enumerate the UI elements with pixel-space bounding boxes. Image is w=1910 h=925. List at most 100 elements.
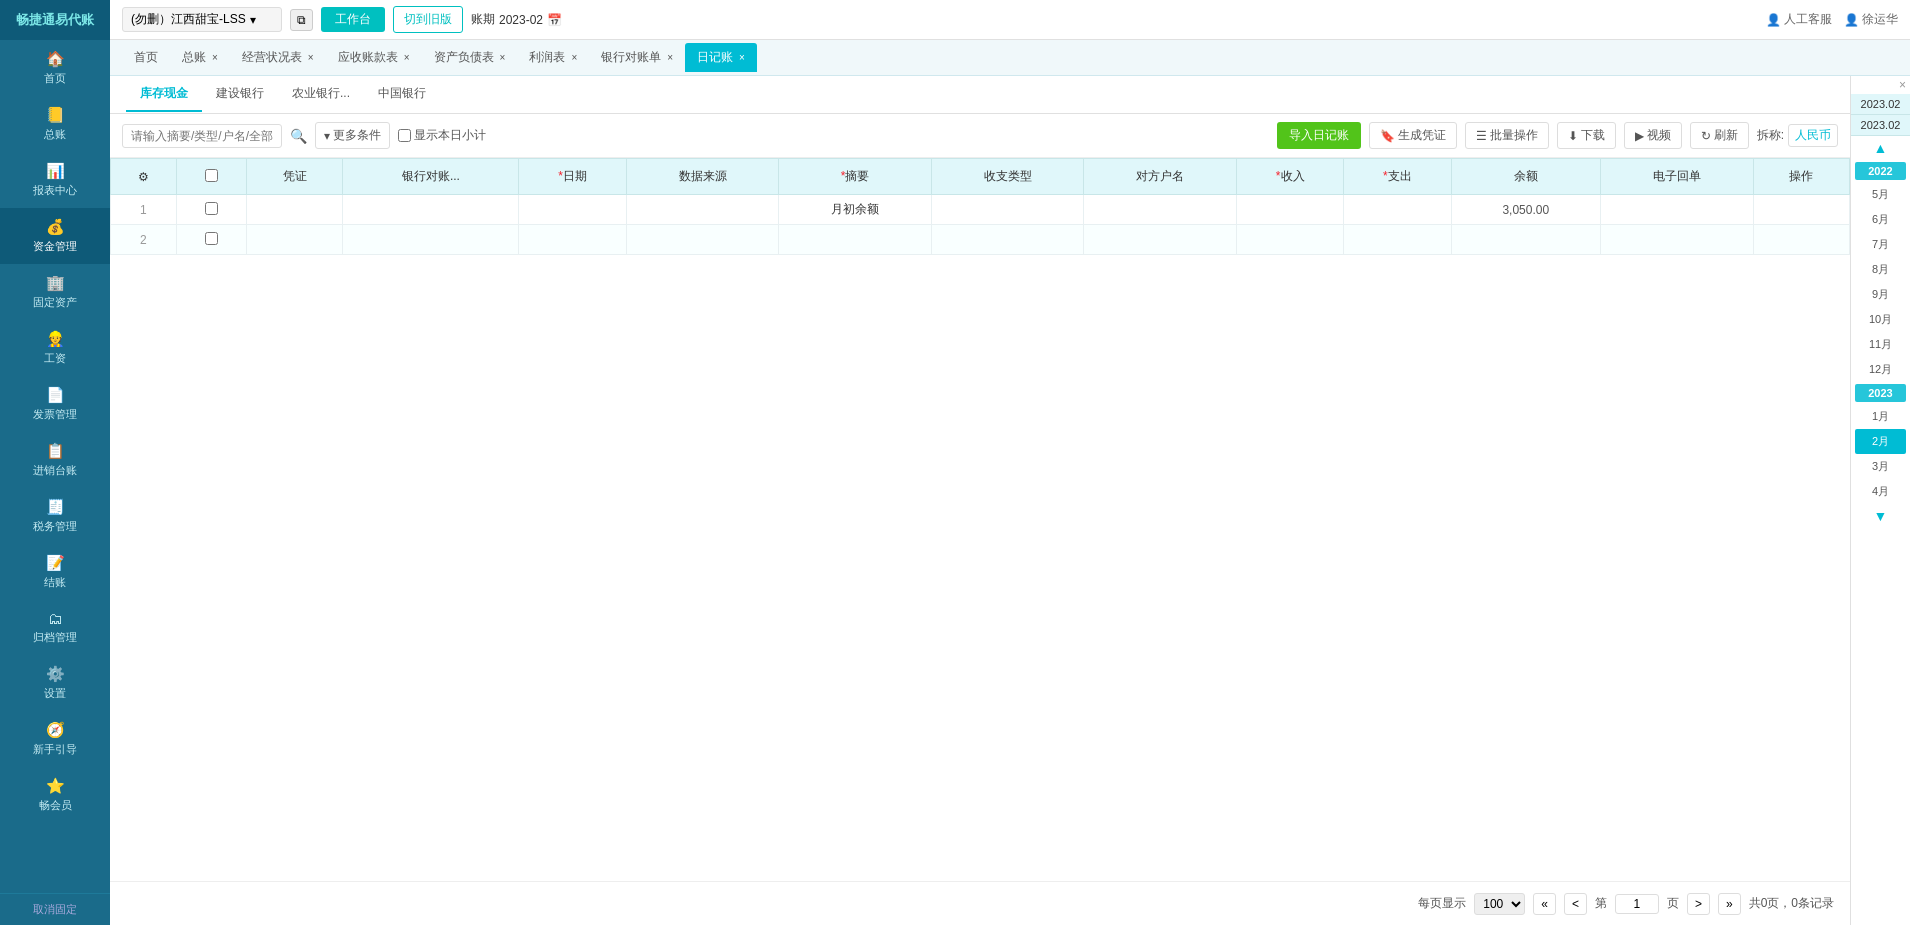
row-balance (1451, 225, 1601, 255)
sidebar-item-ledger[interactable]: 📒 总账 (0, 96, 110, 152)
select-all-checkbox[interactable] (205, 169, 218, 182)
sidebar-item-tax[interactable]: 🧾 税务管理 (0, 488, 110, 544)
row-e-receipt (1601, 195, 1754, 225)
row-num: 1 (111, 195, 177, 225)
sidebar-item-invoice[interactable]: 📄 发票管理 (0, 376, 110, 432)
calendar-icon[interactable]: 📅 (547, 13, 562, 27)
salary-icon: 👷 (46, 330, 65, 348)
sidebar-item-reports[interactable]: 📊 报表中心 (0, 152, 110, 208)
import-journal-button[interactable]: 导入日记账 (1277, 122, 1361, 149)
close-tab-bank[interactable]: × (667, 52, 673, 63)
video-button[interactable]: ▶ 视频 (1624, 122, 1682, 149)
tab-profit[interactable]: 利润表 × (517, 43, 589, 72)
video-icon: ▶ (1635, 129, 1644, 143)
pin-toggle[interactable]: 取消固定 (0, 893, 110, 925)
tab-balance-sheet[interactable]: 资产负债表 × (422, 43, 518, 72)
sidebar-item-archive[interactable]: 🗂 归档管理 (0, 600, 110, 655)
close-tab-journal[interactable]: × (739, 52, 745, 63)
month-item-11[interactable]: 11月 (1851, 332, 1910, 357)
journal-table-wrap: ⚙ 凭证 银行对账... *日期 数据来源 *摘要 收支类型 对方户名 *收入 … (110, 158, 1850, 881)
next-page-button[interactable]: > (1687, 893, 1710, 915)
close-tab-profit[interactable]: × (571, 52, 577, 63)
month-item-9[interactable]: 9月 (1851, 282, 1910, 307)
col-check[interactable] (176, 159, 246, 195)
tab-business[interactable]: 经营状况表 × (230, 43, 326, 72)
col-expense: *支出 (1344, 159, 1451, 195)
prev-page-button[interactable]: < (1564, 893, 1587, 915)
user-service-btn[interactable]: 👤 人工客服 (1766, 11, 1832, 28)
col-summary: *摘要 (779, 159, 932, 195)
sidebar-item-settings[interactable]: ⚙️ 设置 (0, 655, 110, 711)
table-row: 2 (111, 225, 1850, 255)
tab-home[interactable]: 首页 (122, 43, 170, 72)
date-panel-close[interactable]: × (1851, 76, 1910, 94)
user-profile[interactable]: 👤 徐运华 (1844, 11, 1898, 28)
row-balance: 3,050.00 (1451, 195, 1601, 225)
page-input[interactable] (1615, 894, 1659, 914)
row-source (626, 195, 779, 225)
journal-table: ⚙ 凭证 银行对账... *日期 数据来源 *摘要 收支类型 对方户名 *收入 … (110, 158, 1850, 255)
workbench-button[interactable]: 工作台 (321, 7, 385, 32)
generate-voucher-button[interactable]: 🔖 生成凭证 (1369, 122, 1457, 149)
search-input[interactable] (122, 124, 282, 148)
month-item-4[interactable]: 4月 (1851, 479, 1910, 504)
bank-tab-cash[interactable]: 库存现金 (126, 77, 202, 112)
bank-tab-abc[interactable]: 农业银行... (278, 77, 364, 112)
sidebar-item-member[interactable]: ⭐ 畅会员 (0, 767, 110, 823)
col-settings[interactable]: ⚙ (111, 159, 177, 195)
month-item-6[interactable]: 6月 (1851, 207, 1910, 232)
month-item-5[interactable]: 5月 (1851, 182, 1910, 207)
row-income (1237, 195, 1344, 225)
sidebar-item-label: 发票管理 (33, 407, 77, 422)
month-item-12[interactable]: 12月 (1851, 357, 1910, 382)
sidebar-item-guide[interactable]: 🧭 新手引导 (0, 711, 110, 767)
sidebar-item-close[interactable]: 📝 结账 (0, 544, 110, 600)
sidebar-item-label: 税务管理 (33, 519, 77, 534)
topbar: (勿删）江西甜宝-LSS ▾ ⧉ 工作台 切到旧版 账期 2023-02 📅 👤… (110, 0, 1910, 40)
batch-op-button[interactable]: ☰ 批量操作 (1465, 122, 1549, 149)
sidebar-item-home[interactable]: 🏠 首页 (0, 40, 110, 96)
close-tab-ledger[interactable]: × (212, 52, 218, 63)
show-daily-toggle[interactable]: 显示本日小计 (398, 127, 486, 144)
date-nav-up[interactable]: ▲ (1851, 136, 1910, 160)
close-tab-receivable[interactable]: × (404, 52, 410, 63)
tab-bank-statement[interactable]: 银行对账单 × (589, 43, 685, 72)
per-page-select[interactable]: 100 (1474, 893, 1525, 915)
month-item-1[interactable]: 1月 (1851, 404, 1910, 429)
filter-button[interactable]: ▾ 更多条件 (315, 122, 390, 149)
sidebar-item-salary[interactable]: 👷 工资 (0, 320, 110, 376)
sidebar-item-sales[interactable]: 📋 进销台账 (0, 432, 110, 488)
refresh-icon: ↻ (1701, 129, 1711, 143)
month-item-10[interactable]: 10月 (1851, 307, 1910, 332)
period-label: 账期 2023-02 📅 (471, 11, 562, 28)
close-tab-business[interactable]: × (308, 52, 314, 63)
row-check[interactable] (176, 225, 246, 255)
sidebar-item-label: 新手引导 (33, 742, 77, 757)
currency-selector[interactable]: 人民币 (1788, 124, 1838, 147)
close-tab-balance-sheet[interactable]: × (500, 52, 506, 63)
month-item-3[interactable]: 3月 (1851, 454, 1910, 479)
table-row: 1 月初余额 3,050.00 (111, 195, 1850, 225)
first-page-button[interactable]: « (1533, 893, 1556, 915)
tab-journal[interactable]: 日记账 × (685, 43, 757, 72)
tab-receivable[interactable]: 应收账款表 × (326, 43, 422, 72)
row-counterpart (1084, 225, 1237, 255)
sidebar-item-finance[interactable]: 💰 资金管理 (0, 208, 110, 264)
refresh-button[interactable]: ↻ 刷新 (1690, 122, 1749, 149)
download-button[interactable]: ⬇ 下载 (1557, 122, 1616, 149)
copy-button[interactable]: ⧉ (290, 9, 313, 31)
company-selector[interactable]: (勿删）江西甜宝-LSS ▾ (122, 7, 282, 32)
month-item-7[interactable]: 7月 (1851, 232, 1910, 257)
sidebar-item-assets[interactable]: 🏢 固定资产 (0, 264, 110, 320)
last-page-button[interactable]: » (1718, 893, 1741, 915)
tab-ledger[interactable]: 总账 × (170, 43, 230, 72)
month-item-8[interactable]: 8月 (1851, 257, 1910, 282)
bank-tab-boc[interactable]: 中国银行 (364, 77, 440, 112)
show-daily-checkbox[interactable] (398, 129, 411, 142)
month-item-2-active[interactable]: 2月 (1855, 429, 1906, 454)
search-button[interactable]: 🔍 (290, 128, 307, 144)
bank-tab-ccb[interactable]: 建设银行 (202, 77, 278, 112)
row-check[interactable] (176, 195, 246, 225)
switch-version-button[interactable]: 切到旧版 (393, 6, 463, 33)
date-nav-down[interactable]: ▼ (1851, 504, 1910, 528)
